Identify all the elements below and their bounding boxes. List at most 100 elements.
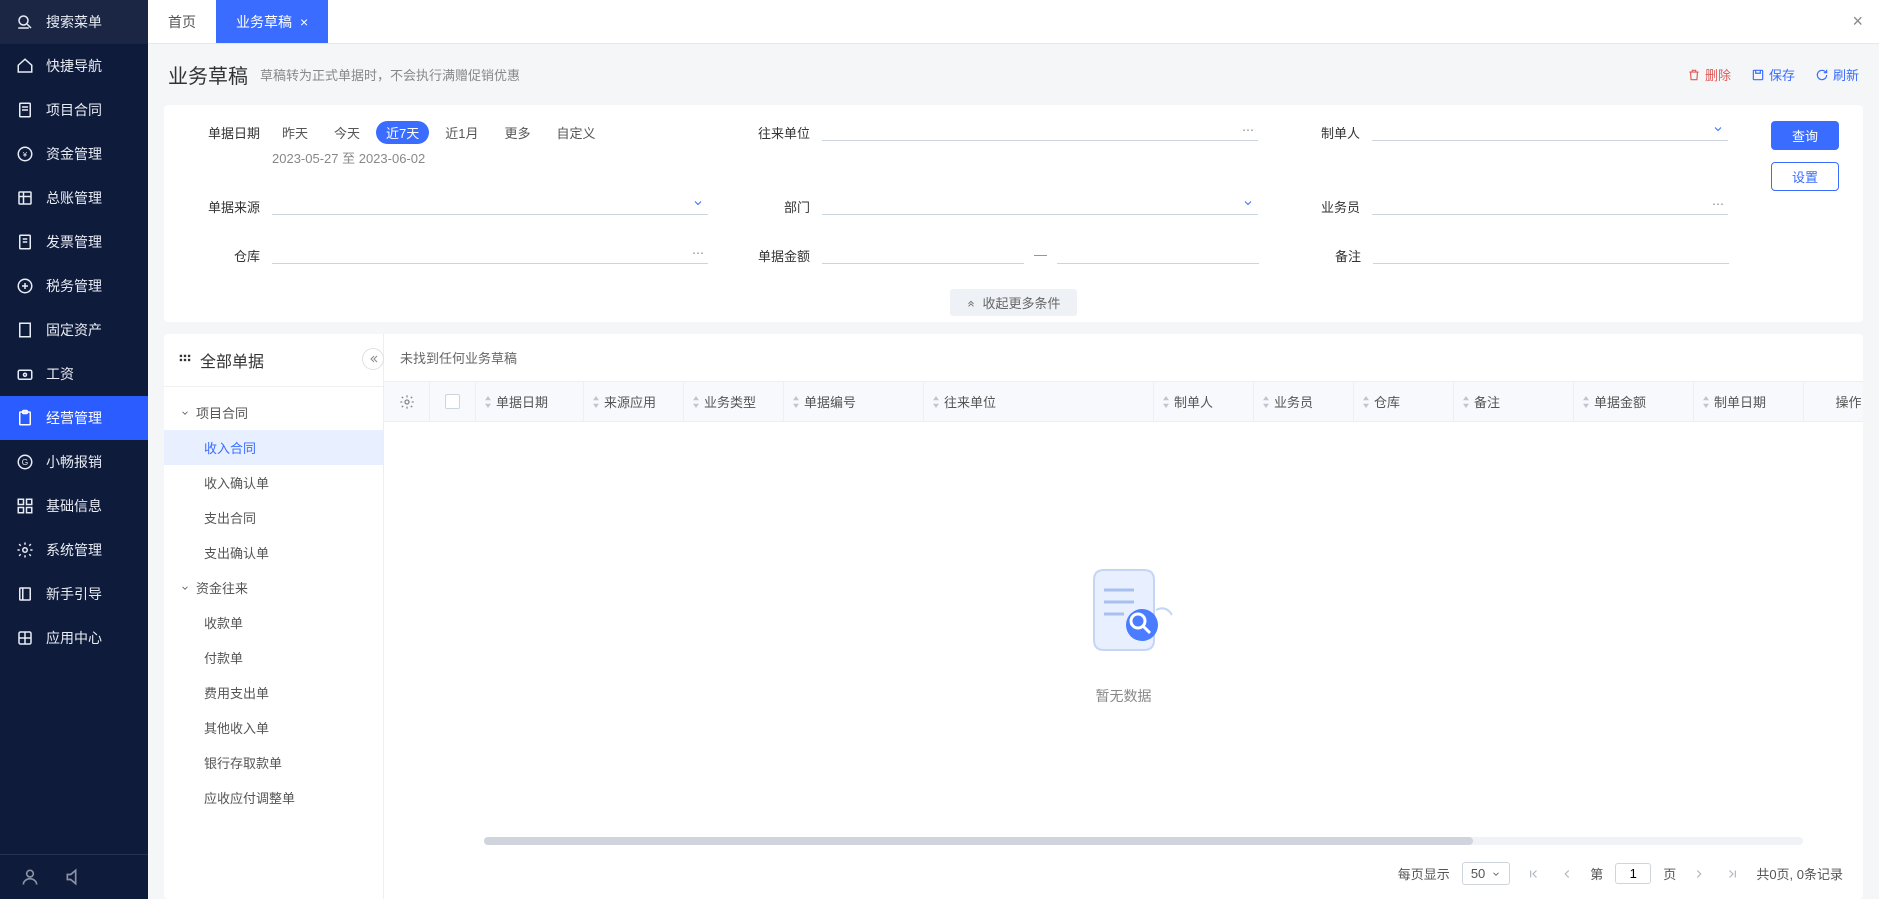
collapse-filters[interactable]: 收起更多条件 bbox=[188, 283, 1839, 322]
tab-draft[interactable]: 业务草稿 × bbox=[216, 0, 328, 43]
tree-leaf-receipt[interactable]: 收款单 bbox=[164, 605, 383, 640]
filter-date: 单据日期 昨天 今天 近7天 近1月 更多 自定义 2023-05-27 至 2… bbox=[188, 121, 708, 167]
partner-input[interactable] bbox=[822, 121, 1258, 141]
th-source[interactable]: 来源应用 bbox=[584, 382, 684, 421]
creator-input[interactable] bbox=[1372, 121, 1728, 141]
chevron-down-icon[interactable] bbox=[1712, 123, 1724, 135]
close-all-tabs[interactable]: × bbox=[1836, 11, 1879, 32]
date-chip-today[interactable]: 今天 bbox=[324, 121, 370, 144]
tree-leaf-expense-doc[interactable]: 费用支出单 bbox=[164, 675, 383, 710]
wallet-icon: ¥ bbox=[16, 145, 34, 163]
th-settings[interactable] bbox=[384, 382, 430, 421]
th-sales[interactable]: 业务员 bbox=[1254, 382, 1354, 421]
th-warehouse[interactable]: 仓库 bbox=[1354, 382, 1454, 421]
chevron-down-icon bbox=[180, 408, 190, 418]
th-type[interactable]: 业务类型 bbox=[684, 382, 784, 421]
chevron-down-icon bbox=[180, 583, 190, 593]
page-title: 业务草稿 bbox=[168, 60, 248, 89]
amount-from-input[interactable] bbox=[822, 244, 1024, 264]
tab-home[interactable]: 首页 bbox=[148, 0, 216, 43]
filter-label: 部门 bbox=[738, 195, 810, 216]
more-icon[interactable]: ⋯ bbox=[1242, 123, 1254, 137]
refresh-button[interactable]: 刷新 bbox=[1815, 65, 1859, 84]
amount-to-input[interactable] bbox=[1057, 244, 1259, 264]
collapse-label: 收起更多条件 bbox=[982, 293, 1060, 312]
th-amount[interactable]: 单据金额 bbox=[1574, 382, 1694, 421]
user-icon[interactable] bbox=[20, 867, 40, 887]
th-date[interactable]: 单据日期 bbox=[476, 382, 584, 421]
date-chip-more[interactable]: 更多 bbox=[495, 121, 541, 144]
warehouse-input[interactable] bbox=[272, 244, 708, 264]
sidebar-item-tax[interactable]: 税务管理 bbox=[0, 264, 148, 308]
chevron-down-icon[interactable] bbox=[692, 197, 704, 209]
sidebar-item-project-contract[interactable]: 项目合同 bbox=[0, 88, 148, 132]
setting-button[interactable]: 设置 bbox=[1771, 162, 1839, 191]
th-creator[interactable]: 制单人 bbox=[1154, 382, 1254, 421]
source-input[interactable] bbox=[272, 195, 708, 215]
th-remark[interactable]: 备注 bbox=[1454, 382, 1574, 421]
sidebar-item-label: 经营管理 bbox=[46, 408, 102, 428]
sidebar-item-expense[interactable]: G 小畅报销 bbox=[0, 440, 148, 484]
date-chip-month1[interactable]: 近1月 bbox=[435, 121, 488, 144]
tree-leaf-income-contract[interactable]: 收入合同 bbox=[164, 430, 383, 465]
sidebar-item-ledger[interactable]: 总账管理 bbox=[0, 176, 148, 220]
sidebar-item-funds[interactable]: ¥ 资金管理 bbox=[0, 132, 148, 176]
chevron-down-icon[interactable] bbox=[1242, 197, 1254, 209]
tree-leaf-income-confirm[interactable]: 收入确认单 bbox=[164, 465, 383, 500]
prev-page-button[interactable] bbox=[1556, 867, 1578, 881]
more-icon[interactable]: ⋯ bbox=[692, 246, 704, 260]
ledger-icon bbox=[16, 189, 34, 207]
sidebar-item-guide[interactable]: 新手引导 bbox=[0, 572, 148, 616]
next-page-button[interactable] bbox=[1688, 867, 1710, 881]
th-label: 单据金额 bbox=[1594, 392, 1646, 411]
tree-leaf-expense-contract[interactable]: 支出合同 bbox=[164, 500, 383, 535]
tree-leaf-ar-ap-adjust[interactable]: 应收应付调整单 bbox=[164, 780, 383, 815]
sound-icon[interactable] bbox=[64, 867, 84, 887]
th-label: 业务员 bbox=[1274, 392, 1313, 411]
query-button[interactable]: 查询 bbox=[1771, 121, 1839, 150]
tree-group-header[interactable]: 资金往来 bbox=[164, 570, 383, 605]
first-page-button[interactable] bbox=[1522, 867, 1544, 881]
th-createdate[interactable]: 制单日期 bbox=[1694, 382, 1804, 421]
tree-leaf-payment[interactable]: 付款单 bbox=[164, 640, 383, 675]
sidebar-item-salary[interactable]: 工资 bbox=[0, 352, 148, 396]
last-page-button[interactable] bbox=[1722, 867, 1744, 881]
sidebar-item-invoice[interactable]: 发票管理 bbox=[0, 220, 148, 264]
page-summary: 共0页, 0条记录 bbox=[1756, 864, 1843, 883]
save-button[interactable]: 保存 bbox=[1751, 65, 1795, 84]
sidebar-item-search-menu[interactable]: 搜索菜单 bbox=[0, 0, 148, 44]
tree-group-header[interactable]: 项目合同 bbox=[164, 395, 383, 430]
tree-leaf-other-income[interactable]: 其他收入单 bbox=[164, 710, 383, 745]
sidebar-item-fixed-assets[interactable]: 固定资产 bbox=[0, 308, 148, 352]
sidebar-item-apps[interactable]: 应用中心 bbox=[0, 616, 148, 660]
close-icon[interactable]: × bbox=[300, 14, 308, 30]
date-chip-last7[interactable]: 近7天 bbox=[376, 121, 429, 144]
th-label: 单据编号 bbox=[804, 392, 856, 411]
sidebar-item-basic-info[interactable]: 基础信息 bbox=[0, 484, 148, 528]
sidebar-item-label: 应用中心 bbox=[46, 628, 102, 648]
gear-icon bbox=[399, 394, 415, 410]
page-di: 第 bbox=[1590, 864, 1603, 883]
horizontal-scrollbar[interactable] bbox=[384, 834, 1863, 848]
page-size-select[interactable]: 50 bbox=[1462, 862, 1510, 885]
page-input[interactable] bbox=[1615, 863, 1651, 884]
sales-input[interactable] bbox=[1372, 195, 1728, 215]
delete-button[interactable]: 删除 bbox=[1687, 65, 1731, 84]
date-chip-custom[interactable]: 自定义 bbox=[547, 121, 606, 144]
filter-label: 单据日期 bbox=[188, 121, 260, 142]
remark-input[interactable] bbox=[1373, 244, 1729, 264]
sidebar-item-quick-nav[interactable]: 快捷导航 bbox=[0, 44, 148, 88]
dept-input[interactable] bbox=[822, 195, 1258, 215]
content: 全部单据 项目合同 收入合同 收入确认单 支出合同 支出确认单 bbox=[164, 334, 1863, 899]
tree-leaf-expense-confirm[interactable]: 支出确认单 bbox=[164, 535, 383, 570]
sidebar-item-operations[interactable]: 经营管理 bbox=[0, 396, 148, 440]
tree-collapse-button[interactable] bbox=[362, 348, 384, 370]
filter-amount: 单据金额 — bbox=[738, 244, 1259, 265]
sidebar-item-system[interactable]: 系统管理 bbox=[0, 528, 148, 572]
tree-leaf-bank-transfer[interactable]: 银行存取款单 bbox=[164, 745, 383, 780]
th-partner[interactable]: 往来单位 bbox=[924, 382, 1154, 421]
more-icon[interactable]: ⋯ bbox=[1712, 197, 1724, 211]
th-docno[interactable]: 单据编号 bbox=[784, 382, 924, 421]
date-chip-yesterday[interactable]: 昨天 bbox=[272, 121, 318, 144]
th-select-all[interactable] bbox=[430, 382, 476, 421]
